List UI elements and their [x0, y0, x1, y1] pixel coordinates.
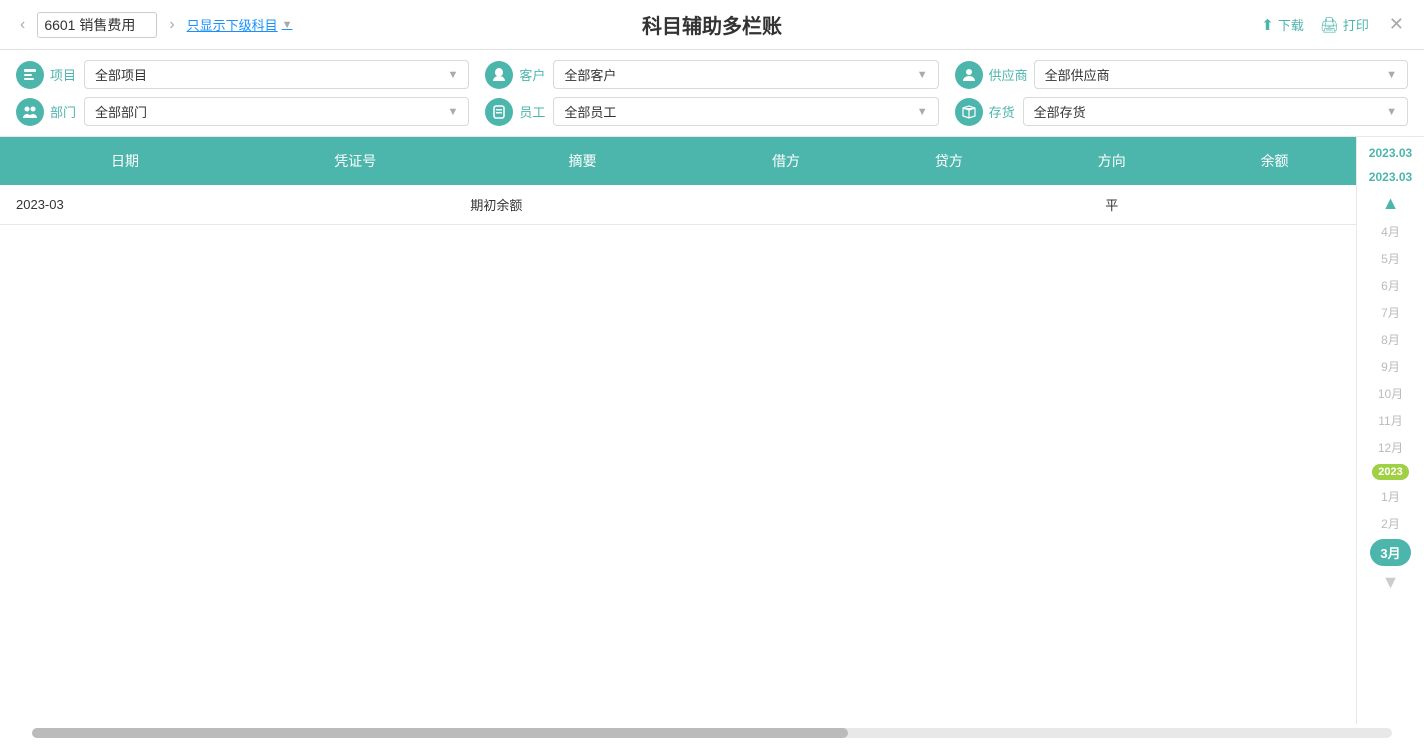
timeline-month-7[interactable]: 7月 [1357, 299, 1424, 326]
dept-icon [16, 98, 44, 126]
dept-chevron: ▼ [447, 106, 458, 118]
col-balance: 余额 [1193, 137, 1356, 185]
next-account-button[interactable]: › [165, 16, 178, 34]
print-button[interactable]: 🖨 打印 [1320, 15, 1369, 34]
main-table-area[interactable]: 日期 凭证号 摘要 借方 贷方 方向 余额 2023-03 期初余额 平 [0, 137, 1356, 724]
col-date: 日期 [0, 137, 250, 185]
prev-account-button[interactable]: ‹ [16, 16, 29, 34]
filter-item-project: 项目 全部项目 ▼ [16, 60, 469, 89]
project-label: 项目 [50, 65, 78, 84]
dept-label: 部门 [50, 102, 78, 121]
customer-value: 全部客户 [564, 65, 616, 84]
filter-item-dept: 部门 全部部门 ▼ [16, 97, 469, 126]
print-icon: 🖨 [1320, 16, 1339, 34]
timeline-month-9[interactable]: 9月 [1357, 353, 1424, 380]
supplier-chevron: ▼ [1386, 69, 1397, 81]
customer-icon [485, 61, 513, 89]
timeline-month-12[interactable]: 12月 [1357, 434, 1424, 461]
cell-summary: 期初余额 [460, 185, 704, 225]
project-icon [16, 61, 44, 89]
chevron-down-icon: ▼ [282, 19, 293, 31]
horizontal-scrollbar[interactable] [32, 728, 1392, 738]
timeline-month-5[interactable]: 5月 [1357, 245, 1424, 272]
scrollbar-thumb[interactable] [32, 728, 848, 738]
title-actions: ⬆ 下载 🖨 打印 ✕ [1261, 10, 1408, 39]
dept-select[interactable]: 全部部门 ▼ [84, 97, 469, 126]
account-code: 6601 销售费用 [37, 12, 157, 38]
employee-label: 员工 [519, 102, 547, 121]
inventory-value: 全部存货 [1034, 102, 1086, 121]
filter-area: 项目 全部项目 ▼ 客户 全部客户 ▼ [0, 50, 1424, 137]
project-chevron: ▼ [447, 69, 458, 81]
project-select[interactable]: 全部项目 ▼ [84, 60, 469, 89]
col-credit: 贷方 [867, 137, 1030, 185]
inventory-label: 存货 [989, 102, 1017, 121]
timeline-range-end: 2023.03 [1357, 165, 1424, 189]
customer-label: 客户 [519, 65, 547, 84]
table-wrapper: 日期 凭证号 摘要 借方 贷方 方向 余额 2023-03 期初余额 平 [0, 137, 1424, 724]
inventory-icon [955, 98, 983, 126]
timeline-month-4[interactable]: 4月 [1357, 218, 1424, 245]
customer-chevron: ▼ [917, 69, 928, 81]
scrollbar-area [0, 724, 1424, 752]
supplier-label: 供应商 [989, 65, 1028, 84]
col-direction: 方向 [1030, 137, 1193, 185]
timeline-month-3-active[interactable]: 3月 [1370, 539, 1410, 566]
timeline-month-1[interactable]: 1月 [1357, 483, 1424, 510]
inventory-chevron: ▼ [1386, 106, 1397, 118]
timeline-month-10[interactable]: 10月 [1357, 380, 1424, 407]
dept-value: 全部部门 [95, 102, 147, 121]
employee-chevron: ▼ [917, 106, 928, 118]
cell-voucher [250, 185, 460, 225]
cell-credit [867, 185, 1030, 225]
year-badge-2023: 2023 [1372, 464, 1408, 480]
close-button[interactable]: ✕ [1385, 10, 1408, 39]
filter-item-customer: 客户 全部客户 ▼ [485, 60, 938, 89]
title-left: ‹ 6601 销售费用 › 只显示下级科目 ▼ [16, 12, 293, 38]
filter-item-employee: 员工 全部员工 ▼ [485, 97, 938, 126]
filter-row-2: 部门 全部部门 ▼ 员工 全部员工 ▼ [16, 97, 1408, 126]
title-bar: ‹ 6601 销售费用 › 只显示下级科目 ▼ 科目辅助多栏账 ⬆ 下载 🖨 打… [0, 0, 1424, 50]
supplier-value: 全部供应商 [1045, 65, 1110, 84]
cell-balance [1193, 185, 1356, 225]
cell-debit [705, 185, 868, 225]
employee-select[interactable]: 全部员工 ▼ [553, 97, 938, 126]
col-debit: 借方 [705, 137, 868, 185]
supplier-icon [955, 61, 983, 89]
download-icon: ⬆ [1261, 16, 1274, 34]
cell-date: 2023-03 [0, 185, 250, 225]
show-sub-button[interactable]: 只显示下级科目 ▼ [187, 15, 293, 34]
page-title: 科目辅助多栏账 [642, 10, 782, 39]
supplier-select[interactable]: 全部供应商 ▼ [1034, 60, 1408, 89]
employee-icon [485, 98, 513, 126]
filter-item-supplier: 供应商 全部供应商 ▼ [955, 60, 1408, 89]
filter-item-inventory: 存货 全部存货 ▼ [955, 97, 1408, 126]
right-panel: 2023.03 2023.03 ▲ 4月 5月 6月 7月 8月 9月 10月 … [1356, 137, 1424, 724]
ledger-table: 日期 凭证号 摘要 借方 贷方 方向 余额 2023-03 期初余额 平 [0, 137, 1356, 225]
timeline-range-start: 2023.03 [1357, 141, 1424, 165]
customer-select[interactable]: 全部客户 ▼ [553, 60, 938, 89]
employee-value: 全部员工 [564, 102, 616, 121]
timeline-month-6[interactable]: 6月 [1357, 272, 1424, 299]
timeline-month-11[interactable]: 11月 [1357, 407, 1424, 434]
timeline-down-button[interactable]: ▼ [1378, 568, 1404, 597]
download-button[interactable]: ⬆ 下载 [1261, 15, 1304, 34]
inventory-select[interactable]: 全部存货 ▼ [1023, 97, 1408, 126]
col-summary: 摘要 [460, 137, 704, 185]
col-voucher: 凭证号 [250, 137, 460, 185]
filter-row-1: 项目 全部项目 ▼ 客户 全部客户 ▼ [16, 60, 1408, 89]
table-header-row: 日期 凭证号 摘要 借方 贷方 方向 余额 [0, 137, 1356, 185]
table-row: 2023-03 期初余额 平 [0, 185, 1356, 225]
project-value: 全部项目 [95, 65, 147, 84]
timeline-up-button[interactable]: ▲ [1378, 189, 1404, 218]
main-window: ‹ 6601 销售费用 › 只显示下级科目 ▼ 科目辅助多栏账 ⬆ 下载 🖨 打… [0, 0, 1424, 752]
cell-direction: 平 [1030, 185, 1193, 225]
timeline-month-8[interactable]: 8月 [1357, 326, 1424, 353]
timeline-month-2[interactable]: 2月 [1357, 510, 1424, 537]
